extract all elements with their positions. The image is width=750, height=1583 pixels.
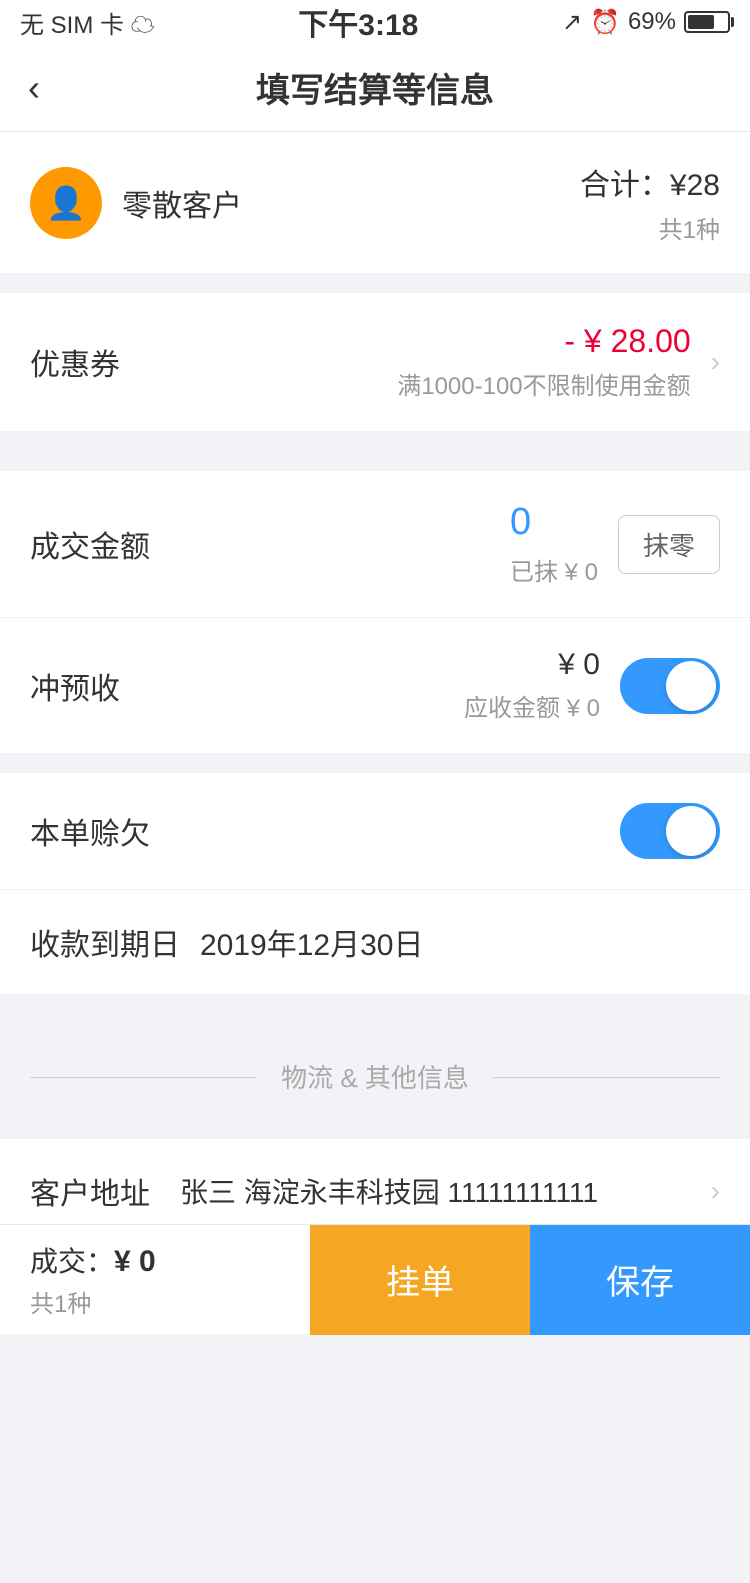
prepay-label: 冲预收 <box>30 664 120 708</box>
save-button[interactable]: 保存 <box>530 1225 750 1335</box>
location-icon: ↗ <box>562 8 582 37</box>
deal-amount-sub: 已抹 ¥ 0 <box>510 552 598 587</box>
deal-amount-label: 成交金额 <box>30 522 150 566</box>
prepay-row: 冲预收 ¥ 0 应收金额 ¥ 0 <box>0 618 750 753</box>
customer-count: 共1种 <box>580 210 720 245</box>
logistics-inner: 物流 & 其他信息 <box>0 1058 750 1095</box>
status-left: 无 SIM 卡 ☁ <box>20 5 155 40</box>
address-value: 张三 海淀永丰科技园 11111111111 <box>180 1171 711 1211</box>
duedate-value: 2019年12月30日 <box>200 920 423 964</box>
prepay-right: ¥ 0 应收金额 ¥ 0 <box>464 648 720 723</box>
section-divider-4 <box>0 1119 750 1139</box>
logistics-divider: 物流 & 其他信息 <box>0 1034 750 1119</box>
prepay-sub: 应收金额 ¥ 0 <box>464 688 600 723</box>
hang-sale-label: 挂单 <box>386 1255 454 1304</box>
bottom-bar: 成交：¥ 0 共1种 挂单 保存 <box>0 1224 750 1334</box>
deal-amount-value-group: 0 已抹 ¥ 0 <box>510 501 598 587</box>
coupon-chevron-icon: › <box>711 346 720 378</box>
deal-amount-right: 0 已抹 ¥ 0 抹零 <box>510 501 720 587</box>
prepay-values: ¥ 0 应收金额 ¥ 0 <box>464 648 600 723</box>
save-label: 保存 <box>606 1255 674 1304</box>
coupon-label: 优惠券 <box>30 340 120 384</box>
section-divider-2 <box>0 753 750 773</box>
round-off-button[interactable]: 抹零 <box>618 515 720 574</box>
debt-toggle-knob <box>666 806 716 856</box>
avatar: 👤 <box>30 167 102 239</box>
main-content: 👤 零散客户 合计：¥28 共1种 优惠券 - ¥ 28.00 满1000-10… <box>0 132 750 1583</box>
toggle-knob <box>666 661 716 711</box>
customer-total-section: 合计：¥28 共1种 <box>580 160 720 245</box>
duedate-row: 收款到期日 2019年12月30日 <box>0 889 750 994</box>
section-divider-3 <box>0 1014 750 1034</box>
debt-label: 本单赊欠 <box>30 809 150 853</box>
page-title: 填写结算等信息 <box>256 63 494 112</box>
address-label: 客户地址 <box>30 1169 150 1213</box>
status-bar: 无 SIM 卡 ☁ 下午3:18 ↗ ⏰ 69% <box>0 0 750 44</box>
bottom-count: 共1种 <box>30 1284 280 1319</box>
coupon-description: 满1000-100不限制使用金额 <box>397 366 690 401</box>
status-right: ↗ ⏰ 69% <box>562 8 730 37</box>
bottom-info: 成交：¥ 0 共1种 <box>0 1240 310 1319</box>
deal-amount-value: 0 <box>510 501 598 544</box>
back-button[interactable]: ‹ <box>28 67 40 109</box>
customer-info: 👤 零散客户 <box>30 167 242 239</box>
avatar-icon: 👤 <box>46 184 86 222</box>
prepay-amount: ¥ 0 <box>464 648 600 682</box>
battery-icon <box>684 11 730 33</box>
customer-section: 👤 零散客户 合计：¥28 共1种 <box>0 132 750 273</box>
debt-toggle[interactable] <box>620 803 720 859</box>
sim-signal: 无 SIM 卡 ☁ <box>20 5 155 40</box>
deal-amount-section: 成交金额 0 已抹 ¥ 0 抹零 冲预收 ¥ 0 应收金额 ¥ 0 <box>0 471 750 753</box>
coupon-right: - ¥ 28.00 满1000-100不限制使用金额 › <box>397 323 720 401</box>
battery-percent: 69% <box>628 8 676 36</box>
customer-total: 合计：¥28 <box>580 160 720 204</box>
prepay-toggle[interactable] <box>620 658 720 714</box>
status-time: 下午3:18 <box>298 0 418 44</box>
customer-name: 零散客户 <box>122 181 242 225</box>
bottom-deal-label: 成交： <box>30 1246 114 1277</box>
section-divider-1 <box>0 451 750 471</box>
logistics-label: 物流 & 其他信息 <box>257 1058 493 1095</box>
alarm-icon: ⏰ <box>590 8 620 37</box>
nav-bar: ‹ 填写结算等信息 <box>0 44 750 132</box>
hang-sale-button[interactable]: 挂单 <box>310 1225 530 1335</box>
bottom-deal-row: 成交：¥ 0 <box>30 1240 280 1280</box>
address-chevron-icon: › <box>711 1175 720 1207</box>
deal-amount-row: 成交金额 0 已抹 ¥ 0 抹零 <box>0 471 750 618</box>
bottom-deal-amount: ¥ 0 <box>114 1245 156 1278</box>
battery-fill <box>688 15 714 29</box>
coupon-row[interactable]: 优惠券 - ¥ 28.00 满1000-100不限制使用金额 › <box>0 293 750 431</box>
duedate-label: 收款到期日 <box>30 920 180 964</box>
coupon-discount: - ¥ 28.00 <box>397 323 690 360</box>
debt-section: 本单赊欠 <box>0 773 750 889</box>
